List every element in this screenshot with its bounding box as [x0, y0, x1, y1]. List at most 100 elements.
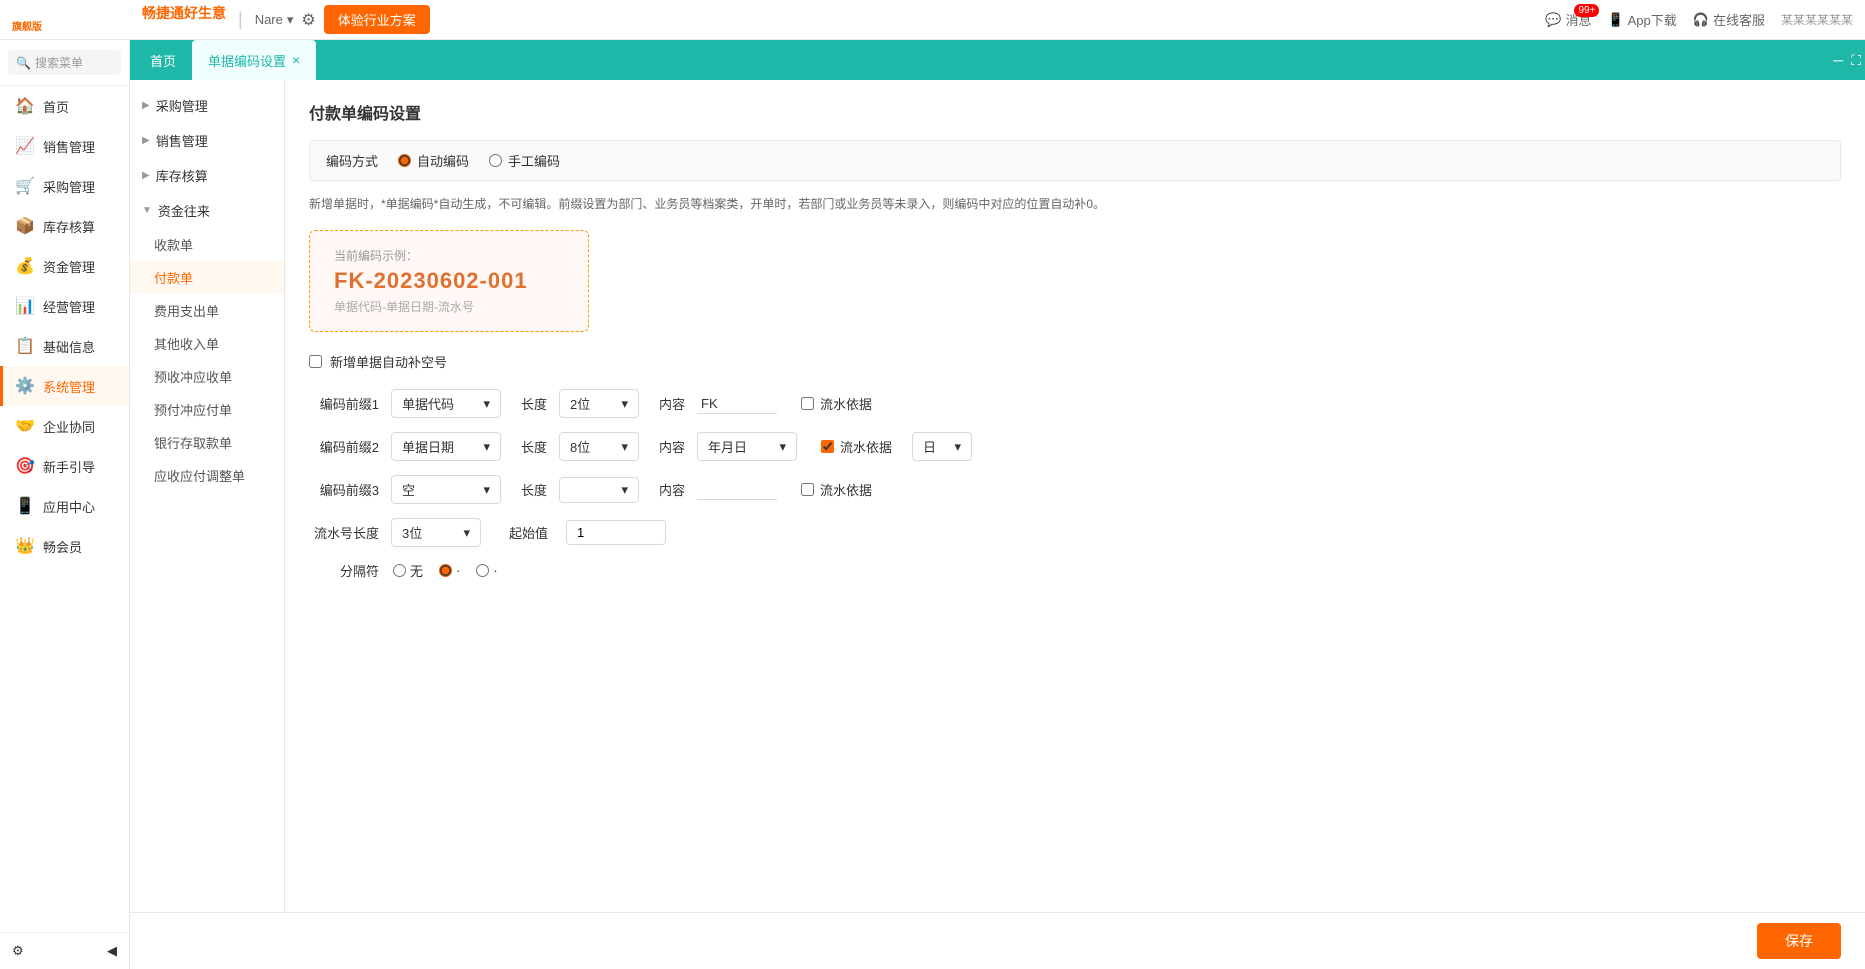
auto-code-option[interactable]: 自动编码	[398, 151, 469, 170]
sidebar-item-newguide[interactable]: 🎯 新手引导	[0, 446, 129, 486]
subnav-item-pre-pay[interactable]: 预付冲应付单	[130, 393, 284, 426]
code-preview-sub: 单据代码-单据日期-流水号	[334, 298, 564, 315]
page-title: 付款单编码设置	[309, 100, 1841, 124]
download-icon: 📱	[1607, 12, 1623, 28]
sidebar-item-inventory[interactable]: 📦 库存核算	[0, 206, 129, 246]
subnav-title-funds[interactable]: ▼ 资金往来	[130, 193, 284, 228]
subnav-title-sales[interactable]: ▶ 销售管理	[130, 123, 284, 158]
settings-bottom-icon[interactable]: ⚙	[12, 943, 24, 959]
manual-code-option[interactable]: 手工编码	[489, 151, 560, 170]
subnav-item-receipt[interactable]: 收款单	[130, 228, 284, 261]
prefix-2-content-label: 内容	[659, 437, 685, 456]
prefix-2-select[interactable]: 单据日期 ▾	[391, 432, 501, 461]
sep-dot-option[interactable]: ·	[439, 563, 460, 578]
top-bar-left: 畅捷通好生意 旗舰版 | Nare ▾ ⚙ 体验行业方案	[12, 5, 1545, 34]
sidebar-item-enterprise[interactable]: 🤝 企业协同	[0, 406, 129, 446]
sep-none-option[interactable]: 无	[393, 561, 423, 580]
separator-label: 分隔符	[309, 561, 379, 580]
app-download-btn[interactable]: 📱 App下载	[1607, 10, 1676, 29]
settings-icon[interactable]: ⚙	[301, 10, 315, 30]
separator-row: 分隔符 无 · ·	[309, 561, 1841, 580]
subnav-item-other-income[interactable]: 其他收入单	[130, 327, 284, 360]
sidebar-item-operation[interactable]: 📊 经营管理	[0, 286, 129, 326]
prefix-3-water-check[interactable]: 流水依据	[801, 480, 872, 499]
prefix-3-content-label: 内容	[659, 480, 685, 499]
sidebar-item-system[interactable]: ⚙️ 系统管理	[0, 366, 129, 406]
expand-icon[interactable]: ⛶	[1851, 52, 1861, 69]
search-icon: 🔍	[16, 56, 31, 70]
prefix-1-select[interactable]: 单据代码 ▾	[391, 389, 501, 418]
sidebar-item-member[interactable]: 👑 畅会员	[0, 526, 129, 566]
save-button[interactable]: 保存	[1757, 923, 1841, 959]
collapse-icon[interactable]: ◀	[107, 943, 117, 959]
system-icon: ⚙️	[15, 376, 35, 396]
coding-method-label: 编码方式	[326, 151, 378, 170]
code-preview-value: FK-20230602-001	[334, 268, 564, 294]
top-bar-right: 💬 消息 99+ 📱 App下载 🎧 在线客服 某某某某某某	[1545, 10, 1853, 29]
tab-bar: 首页 单据编码设置 × ─ ⛶	[130, 40, 1865, 80]
chevron-down-icon5: ▾	[483, 439, 490, 455]
appcenter-icon: 📱	[15, 496, 35, 516]
prefix-1-water-check[interactable]: 流水依据	[801, 394, 872, 413]
subnav-item-payment[interactable]: 付款单	[130, 261, 284, 294]
chevron-down-icon3: ▾	[483, 396, 490, 412]
subnav-group-purchase: ▶ 采购管理	[130, 88, 284, 123]
prefix-3-select[interactable]: 空 ▾	[391, 475, 501, 504]
subnav-title-purchase[interactable]: ▶ 采购管理	[130, 88, 284, 123]
subnav-item-bank[interactable]: 银行存取款单	[130, 426, 284, 459]
prefix-2-water-check[interactable]: 流水依据	[821, 437, 892, 456]
prefix-3-label: 编码前缀3	[309, 480, 379, 499]
prefix-row-2: 编码前缀2 单据日期 ▾ 长度 8位 ▾ 内容 年月日 ▾	[309, 432, 1841, 461]
chevron-down-icon6: ▾	[621, 439, 628, 455]
start-value-input[interactable]	[566, 520, 666, 545]
subnav-title-inventory[interactable]: ▶ 库存核算	[130, 158, 284, 193]
sidebar-item-sales[interactable]: 📈 销售管理	[0, 126, 129, 166]
prefix-1-length-label: 长度	[521, 394, 547, 413]
subnav-group-sales: ▶ 销售管理	[130, 123, 284, 158]
chevron-down-icon2: ▼	[142, 205, 152, 216]
sep-dot2-option[interactable]: ·	[476, 563, 497, 578]
user-avatar[interactable]: 某某某某某某	[1781, 11, 1853, 28]
auto-fill-checkbox[interactable]	[309, 355, 322, 368]
code-preview-label: 当前编码示例：	[334, 247, 564, 264]
divider: |	[238, 9, 243, 30]
subnav-group-inventory: ▶ 库存核算	[130, 158, 284, 193]
serial-length-select[interactable]: 3位 ▾	[391, 518, 481, 547]
online-service-btn[interactable]: 🎧 在线客服	[1693, 10, 1765, 29]
prefix-1-label: 编码前缀1	[309, 394, 379, 413]
code-preview-box: 当前编码示例： FK-20230602-001 单据代码-单据日期-流水号	[309, 230, 589, 332]
message-btn[interactable]: 💬 消息 99+	[1545, 10, 1591, 29]
member-icon: 👑	[15, 536, 35, 556]
prefix-3-length-select[interactable]: ▾	[559, 477, 639, 503]
tab-encoding-settings[interactable]: 单据编码设置 ×	[192, 40, 316, 80]
sidebar-bottom: ⚙ ◀	[0, 932, 129, 969]
subnav-item-expense[interactable]: 费用支出单	[130, 294, 284, 327]
prefix-1-content-input[interactable]	[697, 394, 777, 414]
content-area: ▶ 采购管理 ▶ 销售管理 ▶ 库存核算	[130, 80, 1865, 912]
start-value-label: 起始值	[509, 523, 548, 542]
sidebar-item-funds[interactable]: 💰 资金管理	[0, 246, 129, 286]
subnav-item-adjust[interactable]: 应收应付调整单	[130, 459, 284, 492]
prefix-1-length-select[interactable]: 2位 ▾	[559, 389, 639, 418]
trial-btn[interactable]: 体验行业方案	[324, 5, 430, 34]
minimize-icon[interactable]: ─	[1833, 52, 1843, 68]
nav-dropdown-btn[interactable]: Nare ▾	[255, 12, 294, 28]
sidebar-item-appcenter[interactable]: 📱 应用中心	[0, 486, 129, 526]
tab-close-icon[interactable]: ×	[292, 52, 300, 68]
prefix-2-content-select[interactable]: 年月日 ▾	[697, 432, 797, 461]
search-menu-btn[interactable]: 🔍 搜索菜单	[8, 50, 121, 75]
main-area: 首页 单据编码设置 × ─ ⛶ ▶ 采购管理	[130, 40, 1865, 969]
prefix-3-content-input[interactable]	[697, 480, 777, 500]
subnav-item-pre-receive[interactable]: 预收冲应收单	[130, 360, 284, 393]
prefix-2-length-select[interactable]: 8位 ▾	[559, 432, 639, 461]
prefix-1-content-label: 内容	[659, 394, 685, 413]
chevron-right-icon3: ▶	[142, 170, 150, 181]
prefix-3-length-label: 长度	[521, 480, 547, 499]
prefix-row-1: 编码前缀1 单据代码 ▾ 长度 2位 ▾ 内容 流水依据	[309, 389, 1841, 418]
prefix-2-day-select[interactable]: 日 ▾	[912, 432, 972, 461]
sidebar-item-home[interactable]: 🏠 首页	[0, 86, 129, 126]
sidebar-item-basic[interactable]: 📋 基础信息	[0, 326, 129, 366]
sidebar-item-purchase[interactable]: 🛒 采购管理	[0, 166, 129, 206]
tab-home[interactable]: 首页	[134, 40, 192, 80]
sub-nav: ▶ 采购管理 ▶ 销售管理 ▶ 库存核算	[130, 80, 285, 912]
